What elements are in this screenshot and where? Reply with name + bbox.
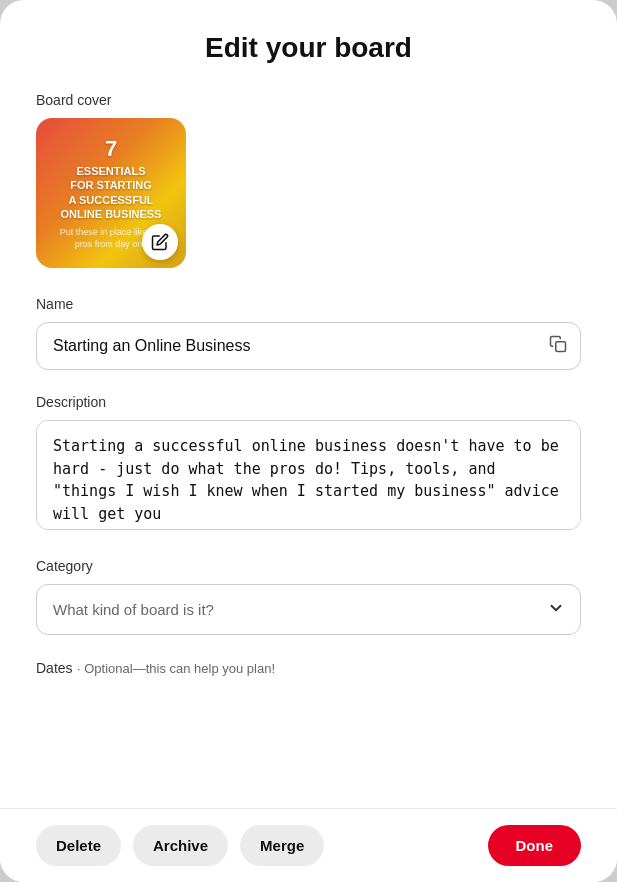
dates-sublabel: · Optional—this can help you plan! — [77, 661, 275, 676]
modal-title: Edit your board — [36, 32, 581, 64]
category-select[interactable]: What kind of board is it? Art Business D… — [36, 584, 581, 635]
description-textarea[interactable]: Starting a successful online business do… — [36, 420, 581, 530]
modal-content: Edit your board Board cover 7 ESSENTIALS… — [0, 0, 617, 808]
cover-line4: ONLINE BUSINESS — [61, 207, 162, 221]
edit-board-modal: Edit your board Board cover 7 ESSENTIALS… — [0, 0, 617, 882]
board-cover-section: Board cover 7 ESSENTIALS FOR STARTING A … — [36, 92, 581, 268]
footer: Delete Archive Merge Done — [0, 809, 617, 882]
category-section: Category What kind of board is it? Art B… — [36, 558, 581, 635]
board-cover-wrapper: 7 ESSENTIALS FOR STARTING A SUCCESSFUL O… — [36, 118, 186, 268]
dates-label: Dates — [36, 660, 73, 676]
merge-button[interactable]: Merge — [240, 825, 324, 866]
name-section: Name — [36, 296, 581, 370]
name-input[interactable] — [36, 322, 581, 370]
name-label: Name — [36, 296, 581, 312]
description-section: Description Starting a successful online… — [36, 394, 581, 534]
cover-line2: FOR STARTING — [70, 178, 152, 192]
cover-line1: ESSENTIALS — [76, 164, 145, 178]
category-label: Category — [36, 558, 581, 574]
archive-button[interactable]: Archive — [133, 825, 228, 866]
pencil-icon — [151, 233, 169, 251]
cover-number: 7 — [105, 135, 117, 164]
dates-section: Dates · Optional—this can help you plan! — [36, 659, 581, 677]
name-input-wrapper — [36, 322, 581, 370]
delete-button[interactable]: Delete — [36, 825, 121, 866]
board-cover-label: Board cover — [36, 92, 581, 108]
done-button[interactable]: Done — [488, 825, 582, 866]
footer-left-buttons: Delete Archive Merge — [36, 825, 476, 866]
edit-cover-button[interactable] — [142, 224, 178, 260]
cover-line3: A SUCCESSFUL — [68, 193, 153, 207]
category-select-wrapper: What kind of board is it? Art Business D… — [36, 584, 581, 635]
description-label: Description — [36, 394, 581, 410]
